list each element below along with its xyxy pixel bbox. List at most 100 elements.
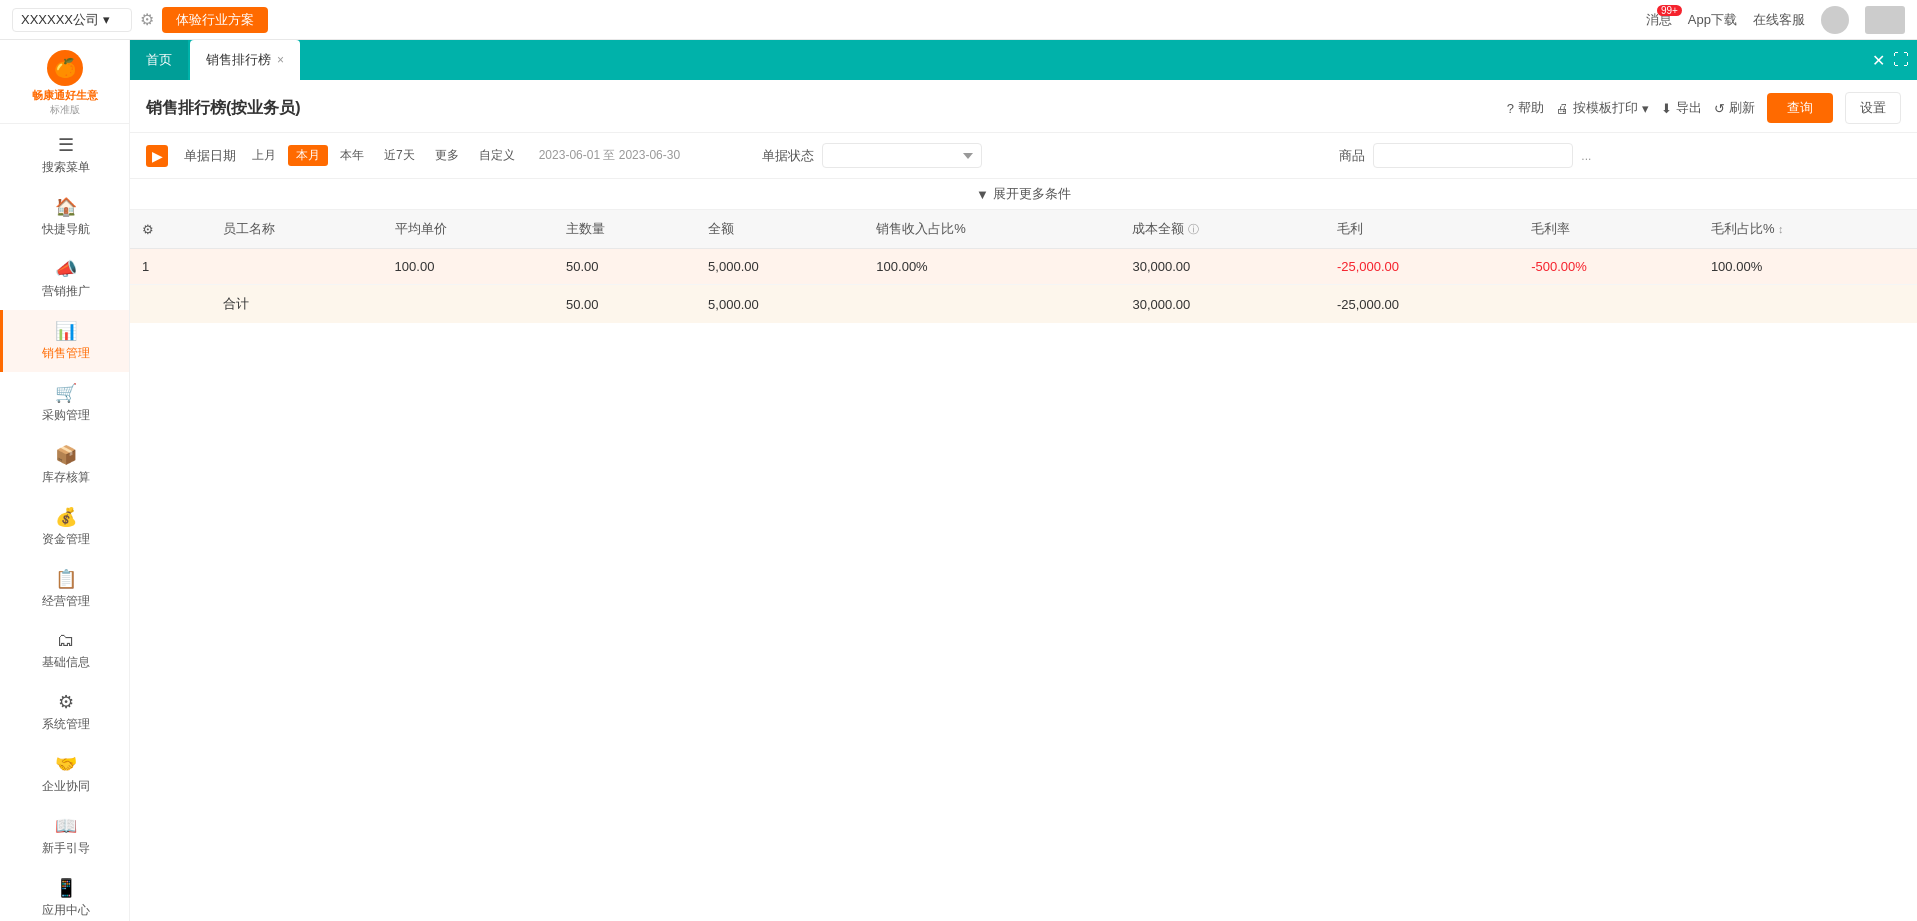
sidebar-item-label: 资金管理	[42, 531, 90, 548]
footer-cost-amount: 30,000.00	[1120, 285, 1324, 324]
refresh-label: 刷新	[1729, 99, 1755, 117]
trial-button[interactable]: 体验行业方案	[162, 7, 268, 33]
avatar[interactable]	[1821, 6, 1849, 34]
sidebar-item-system[interactable]: ⚙ 系统管理	[0, 681, 129, 743]
sidebar-item-app-center[interactable]: 📱 应用中心	[0, 867, 129, 921]
company-name: XXXXXX公司	[21, 11, 99, 29]
sidebar-item-guide[interactable]: 📖 新手引导	[0, 805, 129, 867]
td-sales-pct: 100.00%	[864, 249, 1120, 285]
sidebar-item-label: 销售管理	[42, 345, 90, 362]
sidebar-item-base-info[interactable]: 🗂 基础信息	[0, 620, 129, 681]
tab-home[interactable]: 首页	[130, 40, 188, 80]
status-select[interactable]	[822, 143, 982, 168]
app-download-btn[interactable]: App下载	[1688, 11, 1737, 29]
page-inner: 销售排行榜(按业务员) ? 帮助 🖨 按模板打印 ▾ ⬇ 导出	[130, 80, 1917, 921]
enterprise-icon: 🤝	[55, 753, 77, 775]
sidebar-item-operations[interactable]: 📋 经营管理	[0, 558, 129, 620]
footer-gross: -25,000.00	[1325, 285, 1519, 324]
help-icon: ?	[1507, 101, 1514, 116]
footer-amount: 5,000.00	[696, 285, 864, 324]
table-wrap: ⚙ 员工名称 平均单价 主数量 全额 销售收入占比% 成本全额 ⓘ 毛利 毛利率…	[130, 210, 1917, 323]
message-icon-btn[interactable]: 消息 99+	[1646, 11, 1672, 29]
cost-info-icon[interactable]: ⓘ	[1188, 223, 1199, 235]
table-row: 1 100.00 50.00 5,000.00 100.00% 30,000.0…	[130, 249, 1917, 285]
date-tab-7days[interactable]: 近7天	[376, 145, 423, 166]
export-label: 导出	[1676, 99, 1702, 117]
settings-button[interactable]: 设置	[1845, 92, 1901, 124]
base-info-icon: 🗂	[57, 630, 75, 651]
online-service-label: 在线客服	[1753, 12, 1805, 27]
tab-close-icon[interactable]: ×	[277, 40, 284, 80]
sidebar-item-marketing[interactable]: 📣 营销推广	[0, 248, 129, 310]
th-gross-rate: 毛利率	[1519, 210, 1699, 249]
td-avg-price: 100.00	[383, 249, 554, 285]
app-center-icon: 📱	[55, 877, 77, 899]
footer-gross-pct	[1699, 285, 1917, 324]
settings-icon[interactable]: ⚙	[140, 10, 154, 29]
query-button[interactable]: 查询	[1767, 93, 1833, 123]
tab-label: 销售排行榜	[206, 40, 271, 80]
sidebar-item-label: 搜索菜单	[42, 159, 90, 176]
sidebar-logo: 🍊 畅康通好生意 标准版	[0, 40, 129, 124]
sidebar-item-label: 营销推广	[42, 283, 90, 300]
goods-input[interactable]	[1373, 143, 1573, 168]
sidebar: 🍊 畅康通好生意 标准版 ☰ 搜索菜单 🏠 快捷导航 📣 营销推广 📊 销售管理…	[0, 40, 130, 921]
td-name	[211, 249, 382, 285]
tab-close-window-icon[interactable]: ✕	[1872, 51, 1885, 70]
tab-bar: 首页 销售排行榜 × ✕ ⛶	[130, 40, 1917, 80]
sidebar-item-label: 系统管理	[42, 716, 90, 733]
sidebar-item-sales[interactable]: 📊 销售管理	[0, 310, 129, 372]
gross-sort-icon[interactable]: ↕	[1778, 223, 1784, 235]
sidebar-item-finance[interactable]: 💰 资金管理	[0, 496, 129, 558]
td-gross-pct: 100.00%	[1699, 249, 1917, 285]
sidebar-item-quick-nav[interactable]: 🏠 快捷导航	[0, 186, 129, 248]
top-bar: XXXXXX公司 ▾ ⚙ 体验行业方案 消息 99+ App下载 在线客服	[0, 0, 1917, 40]
date-tabs: 上月 本月 本年 近7天 更多 自定义	[244, 145, 523, 166]
message-badge: 99+	[1657, 5, 1682, 16]
online-service-btn[interactable]: 在线客服	[1753, 11, 1805, 29]
th-sales-pct: 销售收入占比%	[864, 210, 1120, 249]
date-tab-more[interactable]: 更多	[427, 145, 467, 166]
tab-sales-rank[interactable]: 销售排行榜 ×	[190, 40, 300, 80]
expand-more-btn[interactable]: ▼ 展开更多条件	[976, 185, 1071, 203]
date-label: 单据日期	[184, 147, 236, 165]
sidebar-item-inventory[interactable]: 📦 库存核算	[0, 434, 129, 496]
data-table: ⚙ 员工名称 平均单价 主数量 全额 销售收入占比% 成本全额 ⓘ 毛利 毛利率…	[130, 210, 1917, 323]
sidebar-item-search-order[interactable]: ☰ 搜索菜单	[0, 124, 129, 186]
company-selector[interactable]: XXXXXX公司 ▾	[12, 8, 132, 32]
status-label: 单据状态	[762, 147, 814, 165]
marketing-icon: 📣	[55, 258, 77, 280]
system-icon: ⚙	[58, 691, 74, 713]
top-right-actions: 消息 99+ App下载 在线客服	[1646, 6, 1905, 34]
filter-goods-row: 商品 ...	[1339, 143, 1901, 168]
date-tab-this-month[interactable]: 本月	[288, 145, 328, 166]
export-btn[interactable]: ⬇ 导出	[1661, 99, 1702, 117]
date-tab-this-year[interactable]: 本年	[332, 145, 372, 166]
td-gross: -25,000.00	[1325, 249, 1519, 285]
settings-col-icon[interactable]: ⚙	[142, 222, 154, 237]
sales-icon: 📊	[55, 320, 77, 342]
date-tab-last-month[interactable]: 上月	[244, 145, 284, 166]
help-btn[interactable]: ? 帮助	[1507, 99, 1544, 117]
tab-maximize-icon[interactable]: ⛶	[1893, 51, 1909, 69]
th-gross: 毛利	[1325, 210, 1519, 249]
refresh-btn[interactable]: ↺ 刷新	[1714, 99, 1755, 117]
th-amount: 全额	[696, 210, 864, 249]
export-icon: ⬇	[1661, 101, 1672, 116]
sidebar-item-purchase[interactable]: 🛒 采购管理	[0, 372, 129, 434]
expand-label: 展开更多条件	[993, 185, 1071, 203]
th-rank: ⚙	[130, 210, 211, 249]
sidebar-item-enterprise[interactable]: 🤝 企业协同	[0, 743, 129, 805]
filter-toggle-arrow[interactable]: ▶	[146, 145, 168, 167]
company-dropdown-icon: ▾	[103, 12, 110, 27]
print-icon: 🖨	[1556, 101, 1569, 116]
finance-icon: 💰	[55, 506, 77, 528]
date-tab-custom[interactable]: 自定义	[471, 145, 523, 166]
content-area: 首页 销售排行榜 × ✕ ⛶ 销售排行榜(按业务员) ? 帮助	[130, 40, 1917, 921]
goods-more-btn[interactable]: ...	[1581, 149, 1591, 163]
sidebar-item-label: 采购管理	[42, 407, 90, 424]
footer-gross-rate	[1519, 285, 1699, 324]
print-btn[interactable]: 🖨 按模板打印 ▾	[1556, 99, 1649, 117]
print-label: 按模板打印	[1573, 99, 1638, 117]
app-download-label: App下载	[1688, 12, 1737, 27]
